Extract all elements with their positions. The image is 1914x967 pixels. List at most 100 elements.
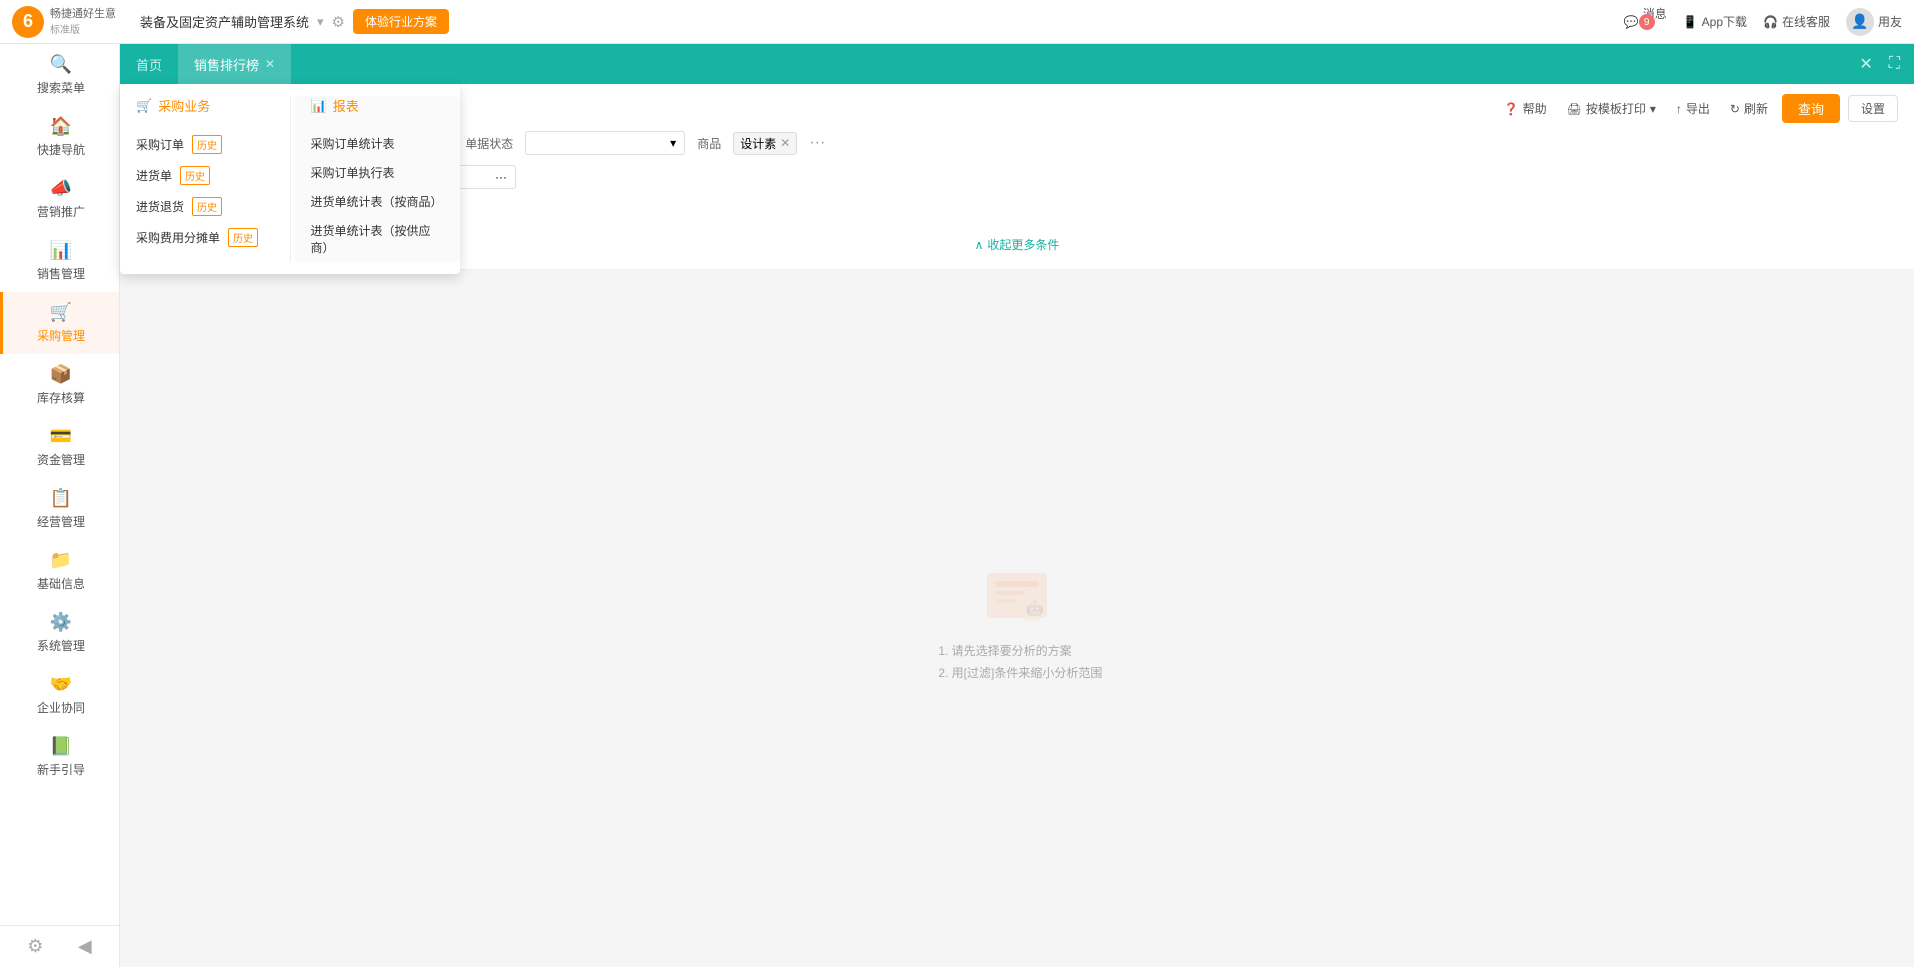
refresh-btn[interactable]: ↻ 刷新 [1724,97,1774,120]
tab-bar: 首页 销售排行榜 ✕ ✕ ⛶ [120,44,1914,84]
tab-home[interactable]: 首页 [120,44,178,84]
dropdown-item-receive-goods[interactable]: 进货单统计表（按商品） [311,187,445,216]
industry-btn[interactable]: 体验行业方案 [353,9,449,34]
top-bar: 6 畅捷通好生意 标准版 装备及固定资产辅助管理系统 ▾ ⚙ 体验行业方案 💬 … [0,0,1914,44]
folder-icon: 📁 [50,550,72,571]
dropdown-col-purchase: 🛒 采购业务 采购订单 历史 进货单 历史 进货退货 历史 采购费用分摊单 历史 [120,96,286,262]
sidebar-item-purchase[interactable]: 🛒 采购管理 [0,292,119,354]
wallet-icon: 💳 [50,426,72,447]
report-title-icon: 📊 [311,98,327,114]
report-icon: 📋 [50,488,72,509]
brand-badge: 标准版 [50,21,116,36]
chart-icon: 📊 [50,240,72,261]
collapse-arrow-icon: ∧ [975,238,984,252]
top-right-actions: 💬 消息 9 📱 App下载 🎧 在线客服 👤 用友 [1624,5,1902,38]
online-service-btn[interactable]: 🎧 在线客服 [1763,13,1830,30]
dropdown-col-report: 📊 报表 采购订单统计表 采购订单执行表 进货单统计表（按商品） 进货单统计表（… [295,96,461,262]
purchase-title-icon: 🛒 [136,98,152,114]
sidebar-label-operations: 经营管理 [37,513,85,530]
settings-icon[interactable]: ⚙ [332,13,345,31]
dropdown-item-po[interactable]: 采购订单 历史 [136,129,270,160]
empty-illustration: 🤖 [977,553,1057,633]
logo-area: 6 畅捷通好生意 标准版 [12,6,132,38]
user-btn[interactable]: 👤 用友 [1846,8,1902,36]
sidebar-label-finance: 资金管理 [37,451,85,468]
help-btn[interactable]: ❓ 帮助 [1498,97,1553,120]
sidebar-item-basic[interactable]: 📁 基础信息 [0,540,119,602]
dropdown-item-po-exec[interactable]: 采购订单执行表 [311,158,445,187]
doc-status-label: 单据状态 [465,135,513,152]
sidebar-item-enterprise[interactable]: 🤝 企业协同 [0,664,119,726]
refresh-icon: ↻ [1730,102,1740,116]
chevron-down-icon[interactable]: ▾ [317,14,324,30]
sidebar-label-enterprise: 企业协同 [37,699,85,716]
sidebar-label-marketing: 营销推广 [37,203,85,220]
sidebar-item-inventory[interactable]: 📦 库存核算 [0,354,119,416]
dropdown-item-receive-supplier[interactable]: 进货单统计表（按供应商） [311,216,445,262]
empty-state: 🤖 请先选择要分析的方案 用[过滤]条件来缩小分析范围 [120,270,1914,967]
handshake-icon: 🤝 [50,674,72,695]
sidebar-item-system[interactable]: ⚙️ 系统管理 [0,602,119,664]
sidebar-label-purchase: 采购管理 [37,327,85,344]
sidebar-item-quicknav[interactable]: 🏠 快捷导航 [0,106,119,168]
sidebar-item-finance[interactable]: 💳 资金管理 [0,416,119,478]
history-tag-expense: 历史 [228,228,258,247]
toolbar-actions: ❓ 帮助 🖨 按模板打印 ▾ ↑ 导出 ↻ 刷新 [1498,94,1898,123]
print-btn[interactable]: 🖨 按模板打印 ▾ [1561,97,1662,120]
sidebar-item-operations[interactable]: 📋 经营管理 [0,478,119,540]
dropdown-item-expense[interactable]: 采购费用分摊单 历史 [136,222,270,253]
dropdown-item-receive[interactable]: 进货单 历史 [136,160,270,191]
headset-icon: 🎧 [1763,15,1778,29]
dropdown-columns: 🛒 采购业务 采购订单 历史 进货单 历史 进货退货 历史 采购费用分摊单 历史 [120,96,460,262]
book-icon: 📗 [50,736,72,757]
sidebar-label-search: 搜索菜单 [37,79,85,96]
logo-icon: 6 [12,6,44,38]
history-tag-po: 历史 [192,135,222,154]
search-icon: 🔍 [50,54,72,75]
cart-icon: 🛒 [50,302,72,323]
goods-tag-close[interactable]: ✕ [780,136,790,150]
sidebar-label-basic: 基础信息 [37,575,85,592]
query-btn[interactable]: 查询 [1782,94,1840,123]
goods-more-btn[interactable]: ··· [809,134,825,152]
gear-icon: ⚙️ [50,612,72,633]
sidebar-label-inventory: 库存核算 [37,389,85,406]
app-download-btn[interactable]: 📱 App下载 [1683,13,1747,30]
sidebar-settings-btn[interactable]: ⚙ [27,936,43,957]
megaphone-icon: 📣 [50,178,72,199]
sidebar-bottom: ⚙ ◀ [0,925,119,967]
doc-status-chevron: ▾ [670,136,676,150]
sidebar-item-sales[interactable]: 📊 销售管理 [0,230,119,292]
dropdown-item-po-stat[interactable]: 采购订单统计表 [311,129,445,158]
dropdown-divider [290,96,291,262]
tab-maximize-btn[interactable]: ⛶ [1885,51,1904,77]
empty-hint-2: 用[过滤]条件来缩小分析范围 [952,663,1103,685]
message-badge: 9 [1639,14,1655,30]
messages-btn[interactable]: 💬 消息 9 [1624,5,1667,38]
sidebar-item-marketing[interactable]: 📣 营销推广 [0,168,119,230]
goods-label: 商品 [697,135,721,152]
system-title: 装备及固定资产辅助管理系统 ▾ ⚙ [140,12,345,31]
sidebar-label-sales: 销售管理 [37,265,85,282]
sidebar-item-guide[interactable]: 📗 新手引导 [0,726,119,788]
avatar: 👤 [1846,8,1874,36]
settings-btn[interactable]: 设置 [1848,95,1898,122]
sidebar-item-search[interactable]: 🔍 搜索菜单 [0,44,119,106]
svg-text:🤖: 🤖 [1026,600,1043,617]
doc-status-select[interactable]: ▾ [525,131,685,155]
tab-close-btn[interactable]: ✕ [265,57,275,71]
sidebar-label-system: 系统管理 [37,637,85,654]
sidebar-collapse-btn[interactable]: ◀ [78,936,92,957]
sidebar: 🔍 搜索菜单 🏠 快捷导航 📣 营销推广 📊 销售管理 🛒 采购管理 📦 库存核… [0,44,120,967]
export-btn[interactable]: ↑ 导出 [1670,97,1716,120]
print-icon: 🖨 [1567,102,1582,116]
history-tag-return: 历史 [192,197,222,216]
box-icon: 📦 [50,364,72,385]
tab-bar-right: ✕ ⛶ [1855,50,1914,78]
goods-tag: 设计素 ✕ [733,132,797,155]
print-chevron: ▾ [1650,102,1656,116]
tab-sales-rank[interactable]: 销售排行榜 ✕ [178,44,291,84]
dropdown-item-return[interactable]: 进货退货 历史 [136,191,270,222]
sidebar-label-quicknav: 快捷导航 [37,141,85,158]
tab-close-window-btn[interactable]: ✕ [1855,50,1876,78]
